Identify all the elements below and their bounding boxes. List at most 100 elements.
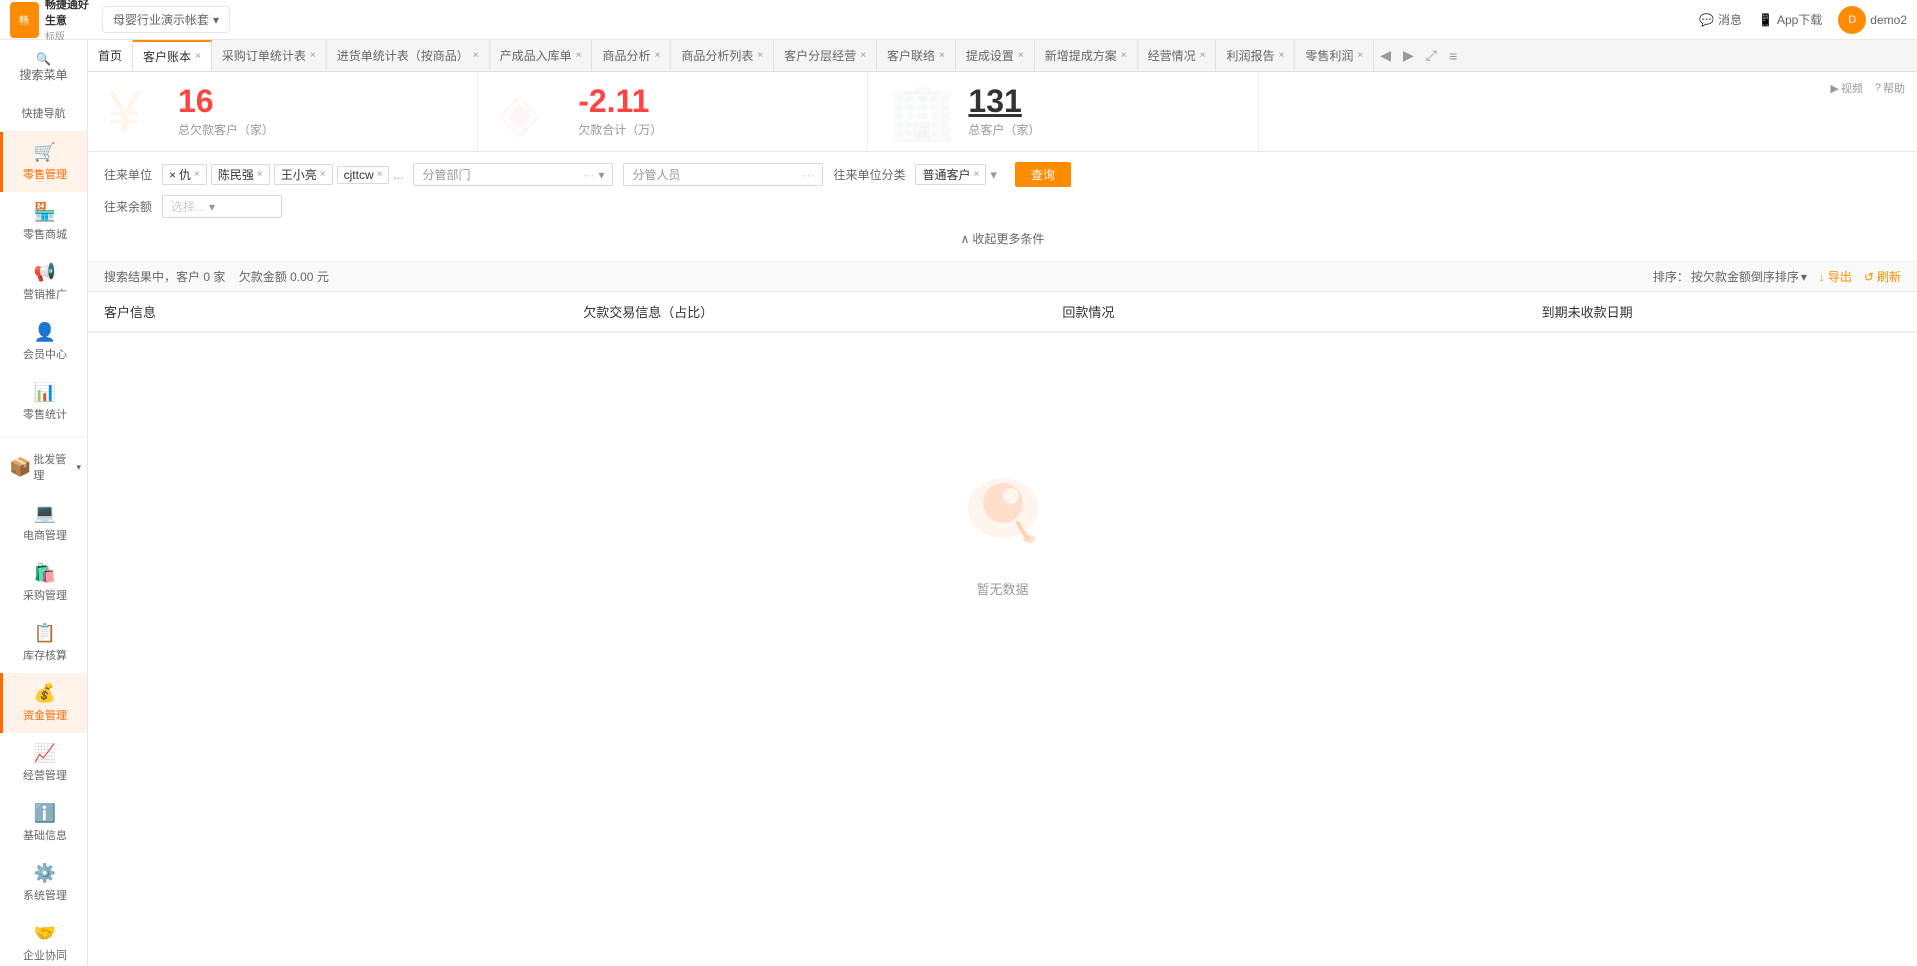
- sort-selector[interactable]: 排序： 按欠款金额倒序排序 ▾: [1653, 268, 1807, 285]
- tab-purchase-order[interactable]: 采购订单统计表 ×: [212, 40, 327, 72]
- query-button[interactable]: 查询: [1015, 162, 1071, 187]
- tab-operations[interactable]: 经营情况 ×: [1138, 40, 1217, 72]
- tag-remove-icon[interactable]: ×: [257, 169, 263, 180]
- sidebar-item-label: 零售统计: [23, 406, 67, 422]
- tab-product-in[interactable]: 产成品入库单 ×: [490, 40, 593, 72]
- filter-tag-chen: 陈民强 ×: [211, 164, 270, 185]
- sidebar-item-member[interactable]: 👤 会员中心: [0, 312, 87, 372]
- tab-close-icon[interactable]: ×: [576, 50, 582, 61]
- sidebar-item-purchase[interactable]: 🛍️ 采购管理: [0, 553, 87, 613]
- refresh-button[interactable]: ↺ 刷新: [1864, 268, 1901, 285]
- ecommerce-icon: 💻: [34, 503, 56, 524]
- sidebar-item-system[interactable]: ⚙️ 系统管理: [0, 853, 87, 913]
- sidebar-item-operations[interactable]: 📈 经营管理: [0, 733, 87, 793]
- tab-customer-account[interactable]: 客户账本 ×: [133, 40, 212, 72]
- tag-remove-icon[interactable]: ×: [377, 169, 383, 180]
- stat-label-debt-customers: 总欠款客户（家）: [118, 121, 447, 138]
- tab-menu-button[interactable]: ≡: [1443, 48, 1463, 64]
- tab-stock-stats[interactable]: 进货单统计表（按商品） ×: [327, 40, 490, 72]
- inventory-icon: 📋: [34, 623, 56, 644]
- sidebar-item-inventory[interactable]: 📋 库存核算: [0, 613, 87, 673]
- tab-customer-tier[interactable]: 客户分层经营 ×: [774, 40, 877, 72]
- remaining-amount-selector[interactable]: 选择... ▾: [162, 195, 282, 218]
- sidebar-item-label: 采购管理: [23, 587, 67, 603]
- tab-close-icon[interactable]: ×: [1200, 50, 1206, 61]
- sidebar-item-marketing[interactable]: 📢 营销推广: [0, 252, 87, 312]
- tab-close-icon[interactable]: ×: [473, 50, 479, 61]
- tab-prev-button[interactable]: ◀: [1374, 47, 1397, 64]
- message-button[interactable]: 💬 消息: [1699, 11, 1742, 28]
- tab-close-icon[interactable]: ×: [860, 50, 866, 61]
- tab-close-icon[interactable]: ×: [195, 51, 201, 62]
- results-bar: 搜索结果中，客户 0 家 欠款金额 0.00 元 排序： 按欠款金额倒序排序 ▾: [88, 262, 1917, 292]
- retail-shop-icon: 🏪: [34, 202, 56, 223]
- customer-type-remove[interactable]: ×: [974, 169, 980, 180]
- tab-close-icon[interactable]: ×: [757, 50, 763, 61]
- quick-nav-button[interactable]: 快捷导航: [18, 101, 70, 125]
- video-help-button[interactable]: ▶ 视频: [1830, 80, 1862, 96]
- collapse-button[interactable]: ∧ 收起更多条件: [961, 230, 1045, 247]
- refresh-icon: ↺: [1864, 270, 1874, 284]
- stat-label-debt-amount: 欠款合计（万）: [508, 121, 837, 138]
- filter-tag-label: 王小亮: [281, 166, 317, 183]
- sidebar-item-retail-stats[interactable]: 📊 零售统计: [0, 372, 87, 432]
- sidebar-item-retail[interactable]: 🛒 零售管理: [0, 132, 87, 192]
- tag-remove-icon[interactable]: ×: [320, 169, 326, 180]
- tab-new-achievement[interactable]: 新增提成方案 ×: [1035, 40, 1138, 72]
- profit-report-tab-label: 利润报告: [1226, 47, 1274, 64]
- stat-bg-icon-debt: ◈: [498, 80, 540, 144]
- search-menu-button[interactable]: 🔍 搜索菜单: [8, 48, 79, 87]
- tab-close-icon[interactable]: ×: [310, 50, 316, 61]
- branch-person-placeholder: ···: [802, 168, 814, 182]
- tab-close-icon[interactable]: ×: [1278, 50, 1284, 61]
- customer-type-tag: 普通客户 ×: [915, 164, 986, 185]
- sidebar-item-retail-shop[interactable]: 🏪 零售商城: [0, 192, 87, 252]
- collapse-label: 收起更多条件: [972, 230, 1044, 247]
- sidebar-item-ecommerce[interactable]: 💻 电商管理: [0, 493, 87, 553]
- stat-bg-icon-total: 🏢: [888, 79, 956, 144]
- sidebar-item-label: 零售商城: [23, 226, 67, 242]
- tab-customer-contact[interactable]: 客户联络 ×: [877, 40, 956, 72]
- sidebar-item-finance[interactable]: 💰 资金管理: [0, 673, 87, 733]
- tab-close-icon[interactable]: ×: [1018, 50, 1024, 61]
- operations-tab-label: 经营情况: [1148, 47, 1196, 64]
- tag-close-icon[interactable]: ×: [169, 168, 176, 182]
- user-avatar-button[interactable]: D demo2: [1838, 6, 1907, 34]
- tab-reminder-settings[interactable]: 提成设置 ×: [956, 40, 1035, 72]
- sidebar-item-enterprise[interactable]: 🤝 企业协同: [0, 913, 87, 966]
- tab-home[interactable]: 首页: [88, 40, 133, 72]
- tab-close-icon[interactable]: ×: [654, 50, 660, 61]
- customer-count: 0: [203, 270, 210, 284]
- branch-person-selector[interactable]: 分管人员 ···: [623, 163, 823, 186]
- empty-illustration: [953, 468, 1053, 567]
- stat-number-debt-customers: 16: [118, 85, 447, 117]
- sidebar-item-batch[interactable]: 📦 批发管理 ▾: [0, 441, 87, 493]
- tab-next-button[interactable]: ▶: [1397, 47, 1420, 64]
- tab-product-analysis[interactable]: 商品分析 ×: [592, 40, 671, 72]
- filter-tag-qiu: × 仇 ×: [162, 164, 207, 185]
- filter-more-tags[interactable]: ...: [393, 168, 403, 182]
- stats-bar: ¥ 16 总欠款客户（家） ◈ -2.11 欠款合计（万） 🏢 131 总客户（…: [88, 72, 1917, 152]
- tab-product-analysis-list[interactable]: 商品分析列表 ×: [671, 40, 774, 72]
- stat-spacer: ▶ 视频 ? 帮助: [1259, 72, 1917, 151]
- tab-close-icon[interactable]: ×: [1121, 50, 1127, 61]
- retail-profit-tab-label: 零售利润: [1305, 47, 1353, 64]
- sidebar-item-basic-info[interactable]: ℹ️ 基础信息: [0, 793, 87, 853]
- branch-dept-selector[interactable]: 分管部门 ··· ▾: [413, 163, 613, 186]
- tab-retail-profit[interactable]: 零售利润 ×: [1295, 40, 1374, 72]
- app-download-button[interactable]: 📱 App下载: [1758, 11, 1822, 28]
- tab-profit-report[interactable]: 利润报告 ×: [1216, 40, 1295, 72]
- remaining-amount-label: 往来余额: [104, 198, 152, 215]
- tab-close-icon[interactable]: ×: [939, 50, 945, 61]
- chevron-down-remaining: ▾: [209, 200, 215, 214]
- retail-icon: 🛒: [34, 142, 56, 163]
- export-button[interactable]: ↓ 导出: [1819, 268, 1852, 285]
- tab-close-icon[interactable]: ×: [1357, 50, 1363, 61]
- reminder-settings-tab-label: 提成设置: [966, 47, 1014, 64]
- enterprise-icon: 🤝: [34, 923, 56, 944]
- tab-maximize-button[interactable]: ⤢: [1420, 47, 1443, 64]
- tag-remove-icon[interactable]: ×: [194, 169, 200, 180]
- workspace-selector[interactable]: 母婴行业演示帐套 ▾: [102, 6, 230, 33]
- help-button[interactable]: ? 帮助: [1875, 80, 1905, 96]
- sidebar-search-area: 🔍 搜索菜单: [0, 40, 87, 95]
